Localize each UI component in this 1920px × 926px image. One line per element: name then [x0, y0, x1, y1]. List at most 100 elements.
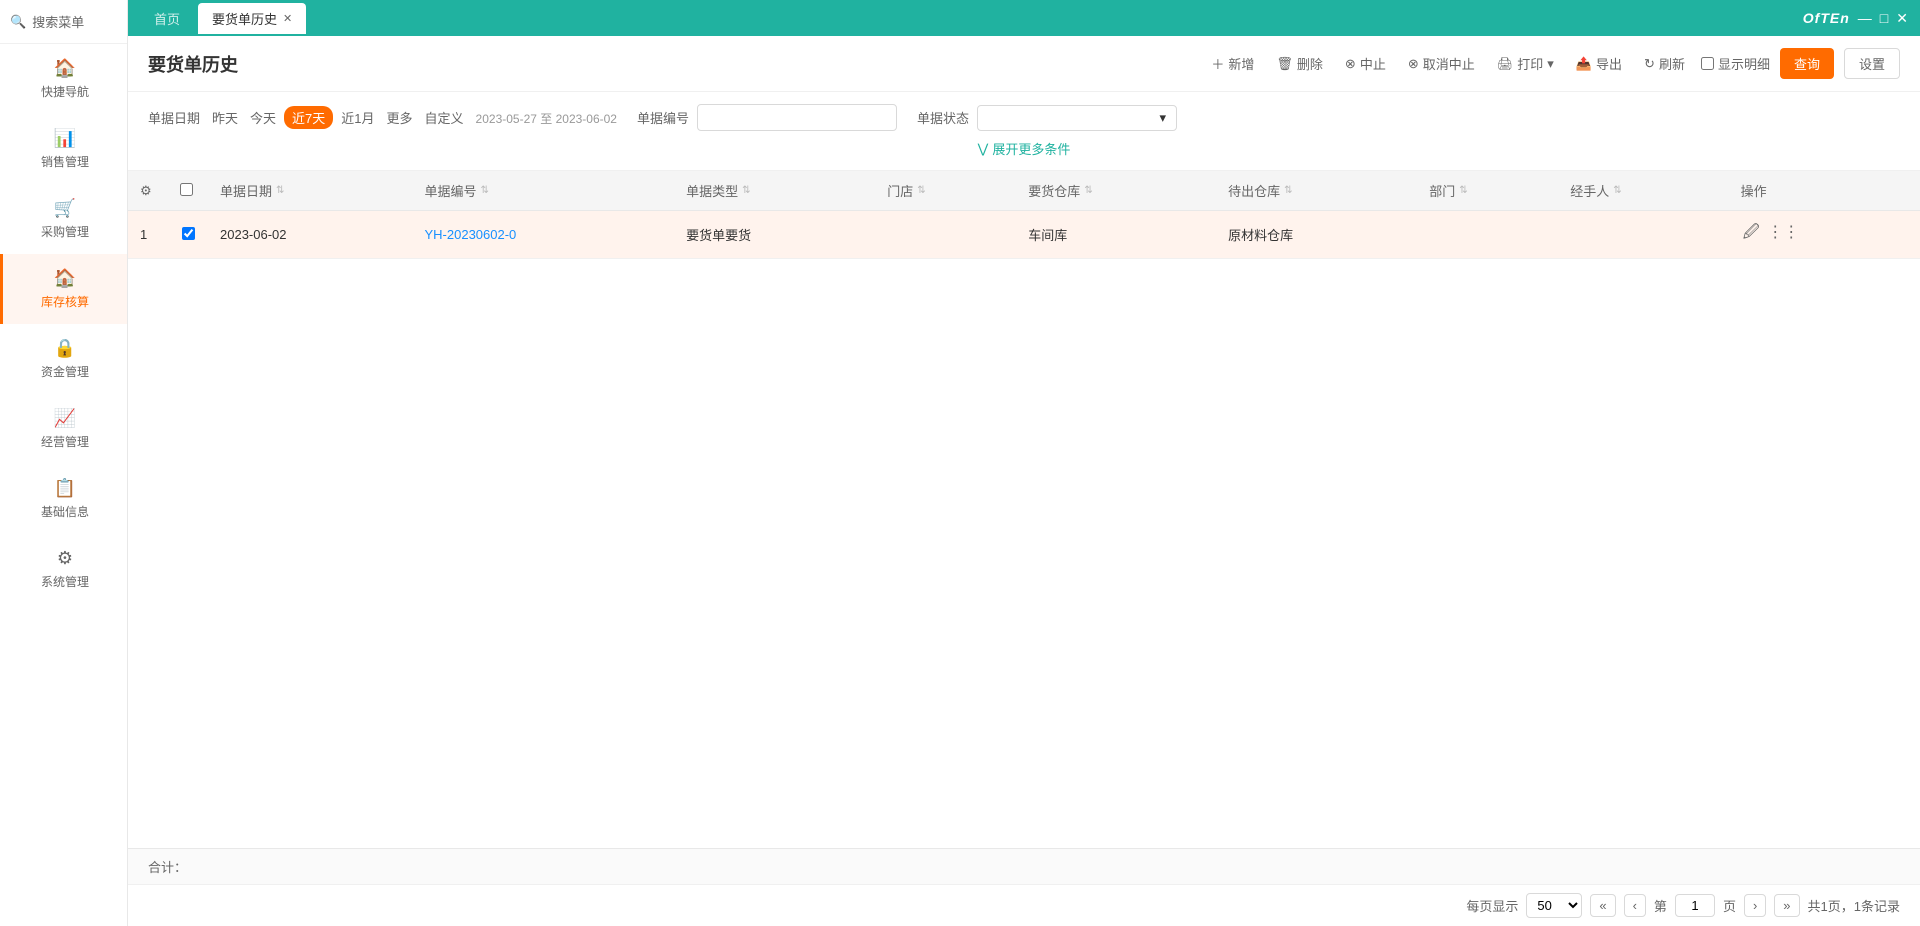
date-filter-label: 单据日期: [148, 108, 200, 127]
dropdown-icon: ▾: [1159, 110, 1166, 126]
sidebar-item-label: 资金管理: [41, 363, 89, 380]
table-container: ⚙ 单据日期 ⇅ 单据编号 ⇅: [128, 171, 1920, 848]
cell-pending-warehouse: 原材料仓库: [1216, 211, 1417, 259]
delete-icon: 🗑: [1276, 56, 1293, 72]
per-page-select[interactable]: 20 50 100 200: [1526, 893, 1582, 918]
settings-button[interactable]: 设置: [1844, 48, 1900, 79]
th-doc-type-label: 单据类型: [686, 181, 738, 200]
th-doc-number[interactable]: 单据编号 ⇅: [412, 171, 674, 211]
th-department[interactable]: 部门 ⇅: [1417, 171, 1558, 211]
doc-status-select[interactable]: ▾: [977, 105, 1177, 131]
refresh-icon: ↻: [1644, 56, 1655, 72]
delete-button[interactable]: 🗑 删除: [1270, 50, 1329, 77]
print-label: 打印: [1517, 54, 1543, 73]
sort-doc-number-icon[interactable]: ⇅: [481, 185, 489, 196]
sidebar-item-inventory[interactable]: 🏠 库存核算: [0, 254, 127, 324]
th-doc-date[interactable]: 单据日期 ⇅: [208, 171, 412, 211]
prev-page-button[interactable]: ‹: [1624, 894, 1646, 917]
th-req-warehouse[interactable]: 要货仓库 ⇅: [1016, 171, 1216, 211]
tab-bar: 首页 要货单历史 ✕ OfTEn — □ ✕: [128, 0, 1920, 36]
sidebar-item-quick-nav[interactable]: 🏠 快捷导航: [0, 44, 127, 114]
export-button[interactable]: 📤 导出: [1570, 50, 1628, 77]
select-all-checkbox[interactable]: [180, 183, 193, 196]
row-edit-icon[interactable]: 🖉: [1743, 224, 1760, 241]
sort-handler-icon[interactable]: ⇅: [1613, 185, 1621, 196]
display-detail-checkbox[interactable]: [1701, 57, 1714, 70]
cancel-stop-button[interactable]: ⊗ 取消中止: [1402, 50, 1481, 77]
tab-requisition-label: 要货单历史: [212, 9, 277, 28]
page-title: 要货单历史: [148, 51, 238, 77]
doc-number-input[interactable]: [697, 104, 897, 131]
brand-label: OfTEn: [1803, 10, 1850, 26]
date-last1month[interactable]: 近1月: [337, 106, 378, 129]
sort-department-icon[interactable]: ⇅: [1459, 185, 1467, 196]
th-pending-warehouse-label: 待出仓库: [1228, 181, 1280, 200]
th-doc-number-label: 单据编号: [424, 181, 476, 200]
th-handler[interactable]: 经手人 ⇅: [1558, 171, 1728, 211]
sidebar-item-basic[interactable]: 📋 基础信息: [0, 464, 127, 534]
sum-label: 合计：: [148, 857, 187, 876]
sidebar-item-finance[interactable]: 🔒 资金管理: [0, 324, 127, 394]
refresh-button[interactable]: ↻ 刷新: [1638, 50, 1691, 77]
query-button[interactable]: 查询: [1780, 48, 1834, 79]
window-maximize-icon[interactable]: □: [1880, 10, 1888, 26]
tab-close-icon[interactable]: ✕: [283, 12, 292, 25]
th-action: 操作: [1729, 171, 1920, 211]
cell-checkbox: [168, 211, 208, 259]
cell-store: [875, 211, 1016, 259]
date-today[interactable]: 今天: [246, 106, 280, 129]
date-last7days[interactable]: 近7天: [284, 106, 333, 129]
date-more[interactable]: 更多: [383, 106, 417, 129]
cell-handler: [1558, 211, 1728, 259]
stop-button[interactable]: ⊗ 中止: [1339, 50, 1392, 77]
cell-department: [1417, 211, 1558, 259]
sort-req-warehouse-icon[interactable]: ⇅: [1084, 185, 1092, 196]
sidebar-search[interactable]: 🔍 搜索菜单: [0, 0, 127, 44]
sidebar-item-operations[interactable]: 📈 经营管理: [0, 394, 127, 464]
sort-store-icon[interactable]: ⇅: [917, 185, 925, 196]
first-page-button[interactable]: «: [1590, 894, 1615, 917]
th-pending-warehouse[interactable]: 待出仓库 ⇅: [1216, 171, 1417, 211]
date-yesterday[interactable]: 昨天: [208, 106, 242, 129]
doc-number-link[interactable]: YH-20230602-0: [424, 227, 516, 242]
tab-home[interactable]: 首页: [140, 3, 194, 34]
tab-requisition-history[interactable]: 要货单历史 ✕: [198, 3, 306, 34]
expand-more-label: 展开更多条件: [992, 139, 1070, 158]
sort-doc-date-icon[interactable]: ⇅: [276, 185, 284, 196]
cell-doc-date: 2023-06-02: [208, 211, 412, 259]
display-detail-toggle[interactable]: 显示明细: [1701, 54, 1770, 73]
th-settings[interactable]: ⚙: [128, 171, 168, 211]
expand-more-btn[interactable]: ⋁ 展开更多条件: [148, 135, 1900, 162]
window-close-icon[interactable]: ✕: [1896, 10, 1908, 27]
refresh-label: 刷新: [1659, 54, 1685, 73]
new-button[interactable]: ＋ 新增: [1205, 50, 1260, 77]
doc-status-filter: 单据状态 ▾: [917, 105, 1177, 131]
purchase-icon: 🛒: [54, 198, 76, 219]
header-actions: ＋ 新增 🗑 删除 ⊗ 中止 ⊗ 取消中止 🖨 打印 ▾ 📤: [1205, 48, 1900, 79]
search-icon: 🔍: [10, 14, 26, 30]
plus-icon: ＋: [1211, 54, 1224, 73]
next-page-button[interactable]: ›: [1744, 894, 1766, 917]
inventory-icon: 🏠: [54, 268, 76, 289]
last-page-button[interactable]: »: [1774, 894, 1799, 917]
row-checkbox[interactable]: [182, 227, 195, 240]
cell-action: 🖉 ⋮⋮: [1729, 211, 1920, 259]
th-store[interactable]: 门店 ⇅: [875, 171, 1016, 211]
sort-doc-type-icon[interactable]: ⇅: [742, 185, 750, 196]
sidebar-item-purchase[interactable]: 🛒 采购管理: [0, 184, 127, 254]
print-button[interactable]: 🖨 打印 ▾: [1491, 50, 1560, 77]
sort-pending-warehouse-icon[interactable]: ⇅: [1284, 185, 1292, 196]
window-minimize-icon[interactable]: —: [1858, 10, 1872, 26]
sidebar-item-sales[interactable]: 📊 销售管理: [0, 114, 127, 184]
expand-icon: ⋁: [978, 141, 989, 157]
date-custom[interactable]: 自定义: [421, 106, 468, 129]
sidebar-item-label: 采购管理: [41, 223, 89, 240]
th-doc-type[interactable]: 单据类型 ⇅: [674, 171, 875, 211]
row-more-icon[interactable]: ⋮⋮: [1767, 224, 1799, 241]
current-page-input[interactable]: [1675, 894, 1715, 917]
th-req-warehouse-label: 要货仓库: [1028, 181, 1080, 200]
print-dropdown-icon: ▾: [1547, 56, 1554, 72]
filter-area: 单据日期 昨天 今天 近7天 近1月 更多 自定义 2023-05-27 至 2…: [128, 92, 1920, 171]
export-label: 导出: [1596, 54, 1622, 73]
sidebar-item-system[interactable]: ⚙ 系统管理: [0, 534, 127, 604]
